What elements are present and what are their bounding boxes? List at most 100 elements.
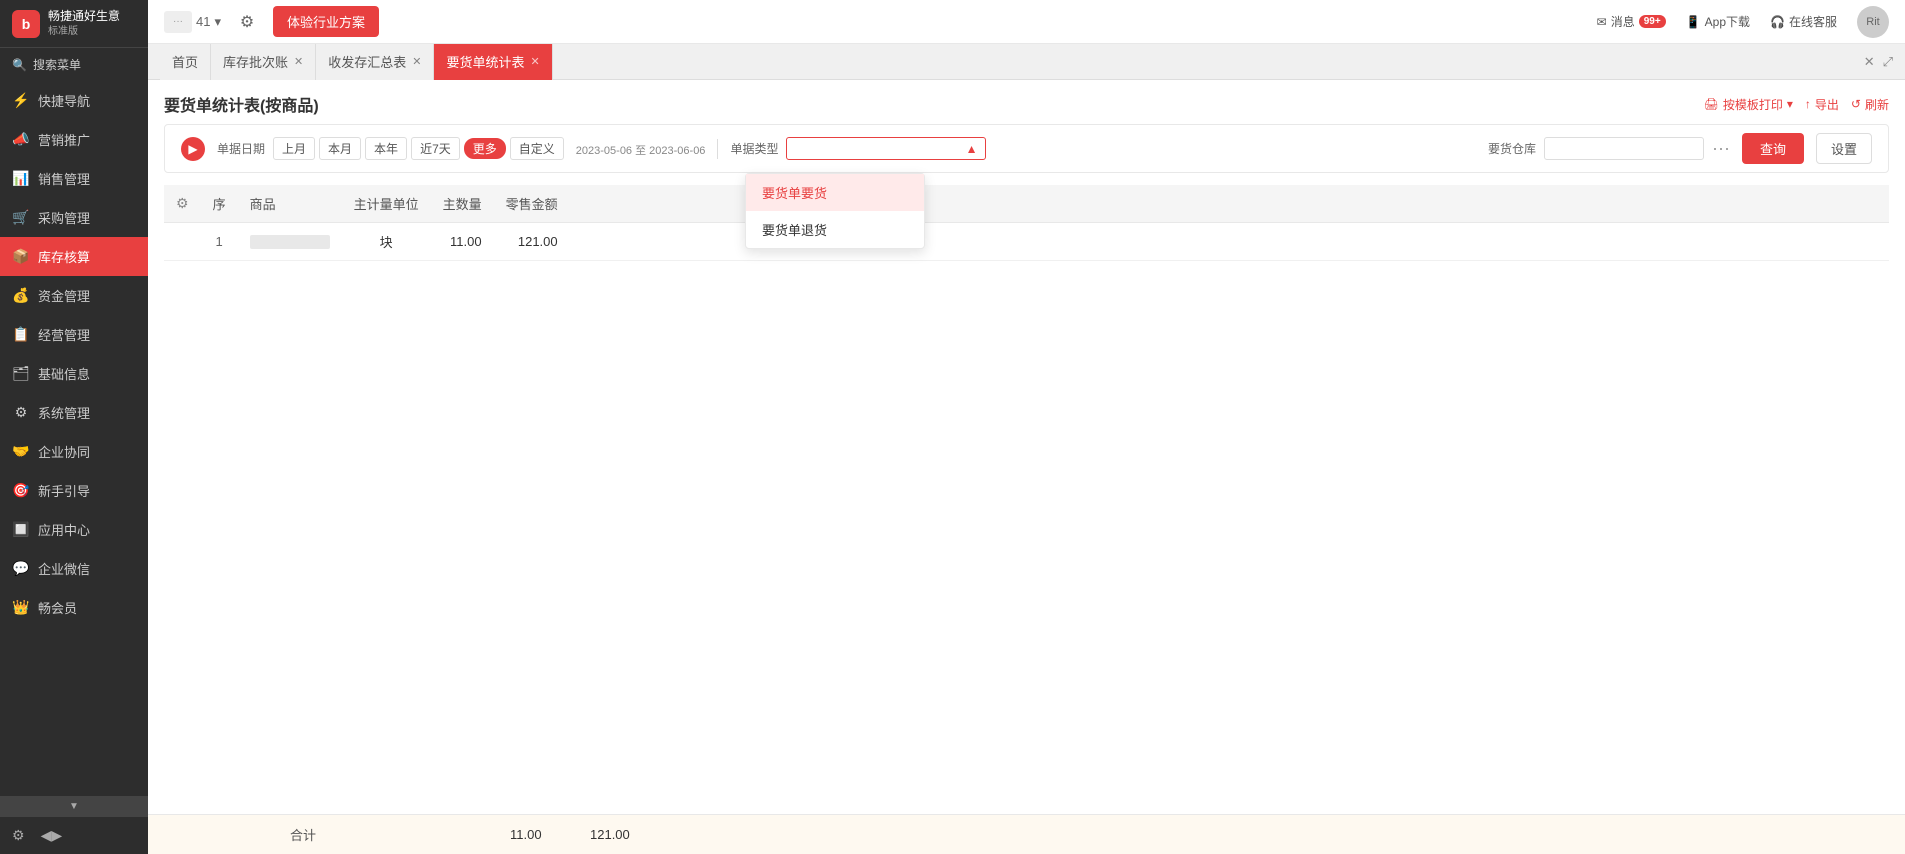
nav-icon-marketing: 📣 xyxy=(12,131,30,148)
nav-icon-membership: 👑 xyxy=(12,599,30,616)
nav-icon-system: ⚙ xyxy=(12,404,30,421)
nav-icon-basic-info: 🗂 xyxy=(12,365,30,382)
sidebar-item-app-center[interactable]: 🔲应用中心 xyxy=(0,510,148,549)
col-settings-icon[interactable]: ⚙ xyxy=(176,195,189,211)
app-download-icon: 📱 xyxy=(1686,15,1701,29)
col-product-header: 商品 xyxy=(238,185,342,223)
nav-icon-operations: 📋 xyxy=(12,326,30,343)
dropdown-item-order-return[interactable]: 要货单退货 xyxy=(746,211,924,248)
app-sub: 标准版 xyxy=(48,25,120,38)
table-footer: 合计 11.00 121.00 xyxy=(148,814,1905,854)
app-download-action[interactable]: 📱 App下载 xyxy=(1686,13,1750,30)
dropdown-item-order-purchase[interactable]: 要货单要货 xyxy=(746,174,924,211)
main-area: ··· 41 ▾ ⚙ 体验行业方案 ✉ 消息 99+ 📱 App下载 🎧 在线客… xyxy=(148,0,1905,854)
message-icon: ✉ xyxy=(1597,15,1607,29)
settings-button[interactable]: 设置 xyxy=(1816,133,1872,164)
sidebar-search[interactable]: 🔍 搜索菜单 xyxy=(0,48,148,81)
sidebar-item-quick-nav[interactable]: ⚡快捷导航 xyxy=(0,81,148,120)
sidebar-item-enterprise[interactable]: 🤝企业协同 xyxy=(0,432,148,471)
nav-icon-wechat: 💬 xyxy=(12,560,30,577)
query-button[interactable]: 查询 xyxy=(1742,133,1804,164)
sidebar-item-inventory[interactable]: 📦库存核算 xyxy=(0,237,148,276)
col-unit-header: 主计量单位 xyxy=(342,185,431,223)
nav-icon-quick-nav: ⚡ xyxy=(12,92,30,109)
tab-label-batch-account: 库存批次账 xyxy=(223,52,288,71)
sidebar-item-marketing[interactable]: 📣 营销推广 xyxy=(0,120,148,159)
export-label: 导出 xyxy=(1815,96,1839,113)
sidebar-item-sales[interactable]: 📊销售管理 xyxy=(0,159,148,198)
sidebar-item-purchase[interactable]: 🛒 采购管理 xyxy=(0,198,148,237)
sidebar-item-membership[interactable]: 👑畅会员 xyxy=(0,588,148,627)
app-download-label: App下载 xyxy=(1705,13,1750,30)
search-icon: 🔍 xyxy=(12,58,27,72)
last-7-days-btn[interactable]: 近7天 xyxy=(411,137,460,160)
col-settings-header[interactable]: ⚙ xyxy=(164,185,201,223)
store-selector[interactable]: ··· 41 ▾ xyxy=(164,11,221,33)
filter-expand-button[interactable]: ▶ xyxy=(181,137,205,161)
sidebar-item-operations[interactable]: 📋 经营管理 xyxy=(0,315,148,354)
more-filter-icon[interactable]: ··· xyxy=(1712,138,1730,159)
nav-label-finance: 资金管理 xyxy=(38,286,90,305)
cell-quantity-0: 11.00 xyxy=(431,223,494,261)
cell-unit-0: 块 xyxy=(342,223,431,261)
sidebar-item-basic-info[interactable]: 🗂基础信息 xyxy=(0,354,148,393)
date-filter-label: 单据日期 xyxy=(217,140,265,157)
search-label: 搜索菜单 xyxy=(33,56,81,73)
nav-icon-purchase: 🛒 xyxy=(12,209,30,226)
this-year-btn[interactable]: 本年 xyxy=(365,137,407,160)
filter-divider xyxy=(717,139,718,159)
top-header: ··· 41 ▾ ⚙ 体验行业方案 ✉ 消息 99+ 📱 App下载 🎧 在线客… xyxy=(148,0,1905,44)
tab-close-order-summary[interactable]: ✕ xyxy=(531,55,540,68)
sidebar-item-wechat[interactable]: 💬 企业微信 xyxy=(0,549,148,588)
sidebar-item-finance[interactable]: 💰资金管理 xyxy=(0,276,148,315)
tab-order-summary[interactable]: 要货单统计表 ✕ xyxy=(434,44,552,80)
messages-action[interactable]: ✉ 消息 99+ xyxy=(1597,13,1666,30)
more-btn[interactable]: 更多 xyxy=(464,138,506,159)
window-close-icon[interactable]: ✕ xyxy=(1864,54,1875,70)
refresh-icon: ↺ xyxy=(1851,97,1861,111)
settings-icon[interactable]: ⚙ xyxy=(12,827,25,844)
cell-settings-0 xyxy=(164,223,201,261)
nav-label-beginner: 新手引导 xyxy=(38,481,90,500)
type-input[interactable] xyxy=(795,141,965,156)
sidebar-item-system[interactable]: ⚙ 系统管理 xyxy=(0,393,148,432)
tab-batch-account[interactable]: 库存批次账 ✕ xyxy=(211,44,316,80)
header-gear-button[interactable]: ⚙ xyxy=(233,8,261,36)
nav-label-system: 系统管理 xyxy=(38,403,90,422)
tab-bar: 首页库存批次账 ✕收发存汇总表 ✕要货单统计表 ✕ ✕ ⤢ xyxy=(148,44,1905,80)
nav-label-purchase: 采购管理 xyxy=(38,208,90,227)
type-chevron-icon[interactable]: ▲ xyxy=(966,142,978,156)
toggle-sidebar-icon[interactable]: ◀▶ xyxy=(41,827,63,844)
footer-amount: 121.00 xyxy=(590,827,670,842)
nav-label-wechat: 企业微信 xyxy=(38,559,90,578)
tab-receipt-summary[interactable]: 收发存汇总表 ✕ xyxy=(316,44,434,80)
trial-button[interactable]: 体验行业方案 xyxy=(273,6,379,37)
window-expand-icon[interactable]: ⤢ xyxy=(1883,54,1893,70)
table-wrap: ⚙ 序 商品 主计量单位 主数量 零售金额 1 块 11.00 121.00 xyxy=(148,173,1905,814)
online-service-action[interactable]: 🎧 在线客服 xyxy=(1770,13,1837,30)
export-button[interactable]: ↑ 导出 xyxy=(1805,96,1839,113)
export-icon: ↑ xyxy=(1805,97,1811,111)
sidebar: b 畅捷通好生意 标准版 🔍 搜索菜单 ⚡快捷导航📣营销推广📊销售管理🛒采购管理… xyxy=(0,0,148,854)
messages-label: 消息 xyxy=(1611,13,1635,30)
print-button[interactable]: 🖨 按模板打印 ▾ xyxy=(1704,96,1793,113)
col-quantity-header: 主数量 xyxy=(431,185,494,223)
tab-close-receipt-summary[interactable]: ✕ xyxy=(412,55,421,68)
sidebar-scroll-down[interactable]: ▼ xyxy=(0,796,148,816)
print-label: 按模板打印 xyxy=(1723,96,1783,113)
app-title: 畅捷通好生意 xyxy=(48,9,120,25)
sidebar-item-beginner[interactable]: 🎯新手引导 xyxy=(0,471,148,510)
last-month-btn[interactable]: 上月 xyxy=(273,137,315,160)
custom-btn[interactable]: 自定义 xyxy=(510,137,564,160)
tab-home[interactable]: 首页 xyxy=(160,44,211,80)
messages-badge: 99+ xyxy=(1639,15,1666,28)
col-amount-header: 零售金额 xyxy=(494,185,570,223)
service-icon: 🎧 xyxy=(1770,15,1785,29)
nav-label-operations: 经营管理 xyxy=(38,325,90,344)
warehouse-input[interactable] xyxy=(1544,137,1704,160)
nav-label-marketing: 营销推广 xyxy=(38,130,90,149)
tab-close-batch-account[interactable]: ✕ xyxy=(294,55,303,68)
refresh-button[interactable]: ↺ 刷新 xyxy=(1851,96,1889,113)
user-avatar[interactable]: Rit xyxy=(1857,6,1889,38)
this-month-btn[interactable]: 本月 xyxy=(319,137,361,160)
